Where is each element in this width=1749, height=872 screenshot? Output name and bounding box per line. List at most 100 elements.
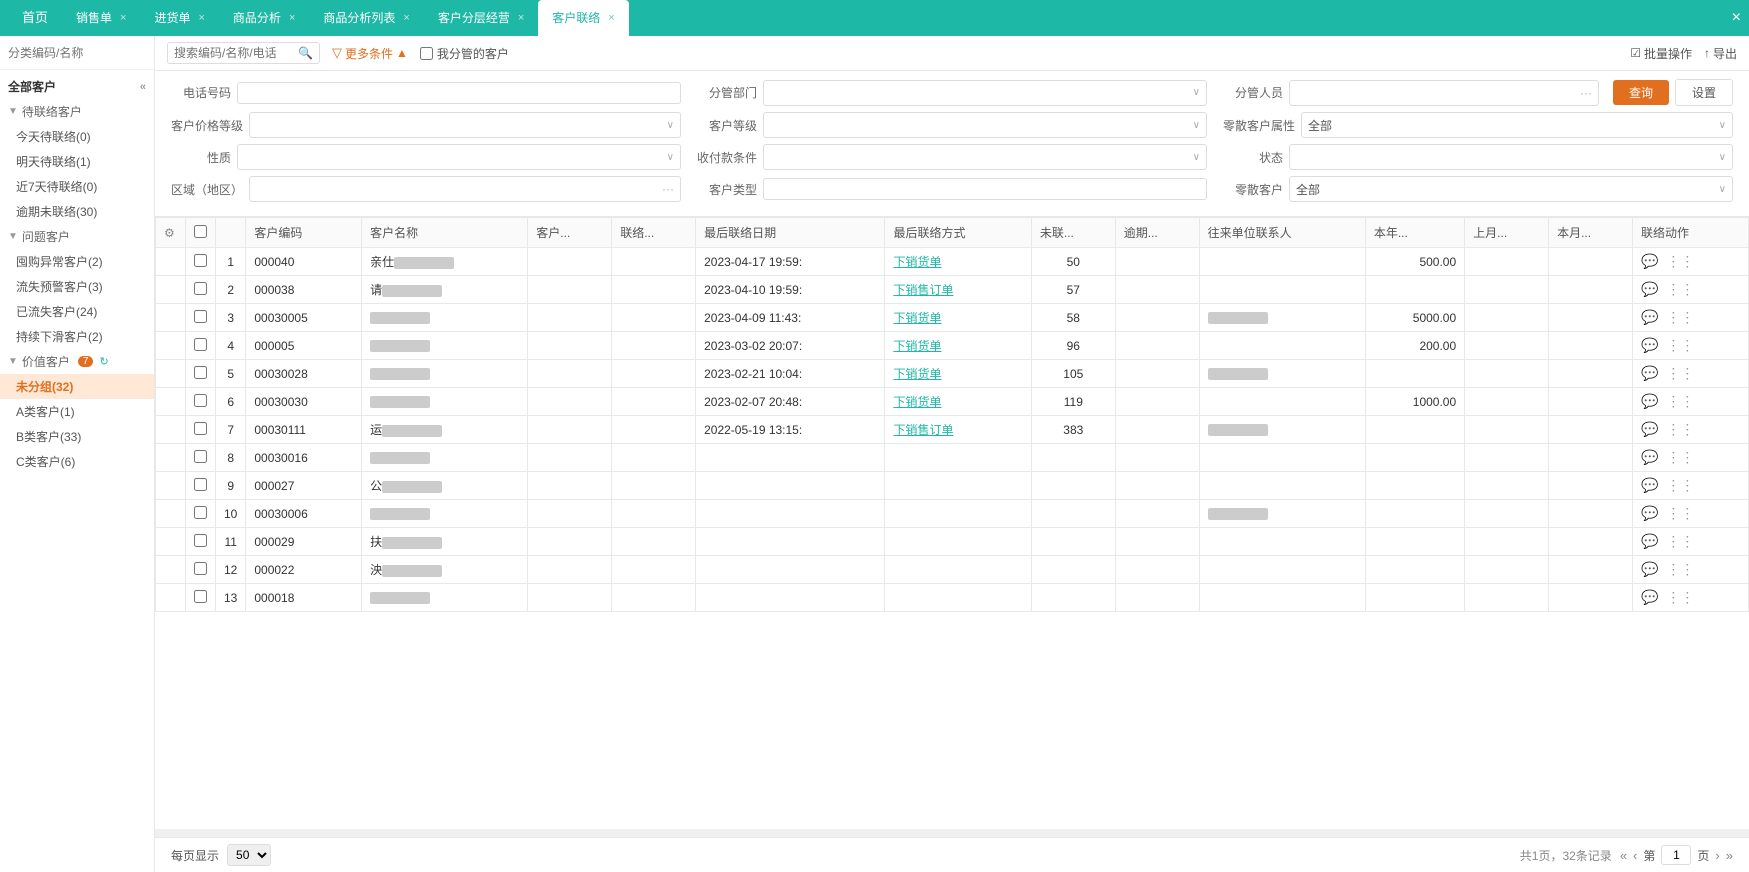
horizontal-scrollbar[interactable] [155, 829, 1749, 837]
last-page-btn[interactable]: » [1726, 848, 1733, 863]
chat-icon[interactable]: 💬 [1641, 365, 1658, 382]
col-last-date[interactable]: 最后联络日期 [696, 218, 885, 248]
customer-type-input[interactable] [763, 178, 1207, 200]
refresh-icon[interactable]: ↻ [99, 355, 108, 368]
chat-icon[interactable]: 💬 [1641, 337, 1658, 354]
person-input[interactable]: ··· [1289, 80, 1599, 106]
chat-icon[interactable]: 💬 [1641, 309, 1658, 326]
sidebar-item-7days[interactable]: 近7天待联络(0) [0, 174, 154, 199]
sidebar-item-class-c[interactable]: C类客户(6) [0, 449, 154, 474]
price-level-select[interactable]: ∨ [249, 112, 681, 138]
scatter-customer-select[interactable]: 全部 ∨ [1289, 176, 1733, 202]
col-settings[interactable]: ⚙ [156, 218, 186, 248]
page-input[interactable] [1661, 845, 1691, 865]
query-button[interactable]: 查询 [1613, 80, 1669, 105]
grid-icon[interactable]: ⋮⋮ [1666, 365, 1694, 382]
cell-last-method[interactable] [885, 472, 1031, 500]
col-type[interactable]: 客户... [528, 218, 612, 248]
cell-last-method[interactable]: 下销售订单 [885, 416, 1031, 444]
cell-last-method[interactable] [885, 584, 1031, 612]
chat-icon[interactable]: 💬 [1641, 505, 1658, 522]
nav-home[interactable]: 首页 [8, 0, 62, 36]
phone-input[interactable] [237, 82, 681, 104]
nav-tab-customer-tier[interactable]: 客户分层经营 × [424, 0, 538, 36]
chat-icon[interactable]: 💬 [1641, 393, 1658, 410]
grid-icon[interactable]: ⋮⋮ [1666, 561, 1694, 578]
row-checkbox[interactable] [194, 310, 207, 323]
dept-select[interactable]: ∨ [763, 80, 1207, 106]
close-tab-sales[interactable]: × [120, 0, 126, 36]
cell-last-method[interactable] [885, 500, 1031, 528]
chat-icon[interactable]: 💬 [1641, 533, 1658, 550]
row-checkbox[interactable] [194, 282, 207, 295]
row-checkbox[interactable] [194, 590, 207, 603]
sidebar-search-input[interactable] [8, 46, 155, 60]
row-checkbox[interactable] [194, 422, 207, 435]
sidebar-item-abnormal[interactable]: 囤购异常客户(2) [0, 249, 154, 274]
nav-tab-customer-contact[interactable]: 客户联络 × [538, 0, 628, 36]
customer-level-select[interactable]: ∨ [763, 112, 1207, 138]
cell-checkbox[interactable] [186, 304, 216, 332]
close-tab-analysis-list[interactable]: × [403, 0, 409, 36]
chat-icon[interactable]: 💬 [1641, 477, 1658, 494]
my-customers-checkbox[interactable]: 我分管的客户 [420, 45, 509, 62]
sidebar-collapse-btn[interactable]: « [140, 81, 146, 93]
grid-icon[interactable]: ⋮⋮ [1666, 393, 1694, 410]
grid-icon[interactable]: ⋮⋮ [1666, 337, 1694, 354]
nav-tab-sales[interactable]: 销售单 × [62, 0, 140, 36]
col-this-year[interactable]: 本年... [1365, 218, 1464, 248]
sidebar-item-unclassified[interactable]: 未分组(32) [0, 374, 154, 399]
select-all-checkbox[interactable] [194, 225, 207, 238]
sidebar-item-today[interactable]: 今天待联络(0) [0, 124, 154, 149]
chat-icon[interactable]: 💬 [1641, 589, 1658, 606]
cell-last-method[interactable] [885, 556, 1031, 584]
close-window-button[interactable]: × [1732, 9, 1741, 27]
col-code[interactable]: 客户编码 [246, 218, 362, 248]
grid-icon[interactable]: ⋮⋮ [1666, 505, 1694, 522]
row-checkbox[interactable] [194, 450, 207, 463]
prev-page-btn[interactable]: ‹ [1633, 848, 1637, 863]
next-page-btn[interactable]: › [1715, 848, 1719, 863]
sidebar-item-churn-warning[interactable]: 流失预警客户(3) [0, 274, 154, 299]
col-overdue[interactable]: 逾期... [1115, 218, 1199, 248]
close-tab-customer-tier[interactable]: × [518, 0, 524, 36]
row-checkbox[interactable] [194, 478, 207, 491]
row-checkbox[interactable] [194, 534, 207, 547]
settings-icon[interactable]: ⚙ [164, 226, 175, 240]
chat-icon[interactable]: 💬 [1641, 561, 1658, 578]
row-checkbox[interactable] [194, 254, 207, 267]
row-checkbox[interactable] [194, 338, 207, 351]
grid-icon[interactable]: ⋮⋮ [1666, 281, 1694, 298]
col-name[interactable]: 客户名称 [362, 218, 528, 248]
status-select[interactable]: ∨ [1289, 144, 1733, 170]
cell-checkbox[interactable] [186, 248, 216, 276]
sidebar-item-churned[interactable]: 已流失客户(24) [0, 299, 154, 324]
grid-icon[interactable]: ⋮⋮ [1666, 253, 1694, 270]
nav-tab-analysis[interactable]: 商品分析 × [219, 0, 309, 36]
grid-icon[interactable]: ⋮⋮ [1666, 589, 1694, 606]
grid-icon[interactable]: ⋮⋮ [1666, 309, 1694, 326]
col-contact[interactable]: 联络... [612, 218, 696, 248]
cell-last-method[interactable]: 下销货单 [885, 304, 1031, 332]
cell-last-method[interactable] [885, 444, 1031, 472]
cell-checkbox[interactable] [186, 360, 216, 388]
sidebar-item-tomorrow[interactable]: 明天待联络(1) [0, 149, 154, 174]
more-conditions-btn[interactable]: ▽ 更多条件 ▲ [332, 45, 408, 62]
row-checkbox[interactable] [194, 506, 207, 519]
cell-checkbox[interactable] [186, 276, 216, 304]
col-last-month[interactable]: 上月... [1465, 218, 1549, 248]
cell-last-method[interactable]: 下销货单 [885, 388, 1031, 416]
group-value-customers[interactable]: ▼ 价值客户 7 ↻ [0, 349, 154, 374]
chat-icon[interactable]: 💬 [1641, 449, 1658, 466]
col-unit-contact[interactable]: 往来单位联系人 [1199, 218, 1365, 248]
grid-icon[interactable]: ⋮⋮ [1666, 449, 1694, 466]
cell-last-method[interactable]: 下销货单 [885, 360, 1031, 388]
cell-checkbox[interactable] [186, 388, 216, 416]
batch-op-button[interactable]: ☑ 批量操作 [1630, 45, 1692, 62]
cell-last-method[interactable]: 下销货单 [885, 248, 1031, 276]
sidebar-item-overdue[interactable]: 逾期未联络(30) [0, 199, 154, 224]
cell-checkbox[interactable] [186, 444, 216, 472]
nav-tab-purchase[interactable]: 进货单 × [140, 0, 218, 36]
all-customers-header[interactable]: 全部客户 « [0, 70, 154, 99]
sidebar-item-class-b[interactable]: B类客户(33) [0, 424, 154, 449]
